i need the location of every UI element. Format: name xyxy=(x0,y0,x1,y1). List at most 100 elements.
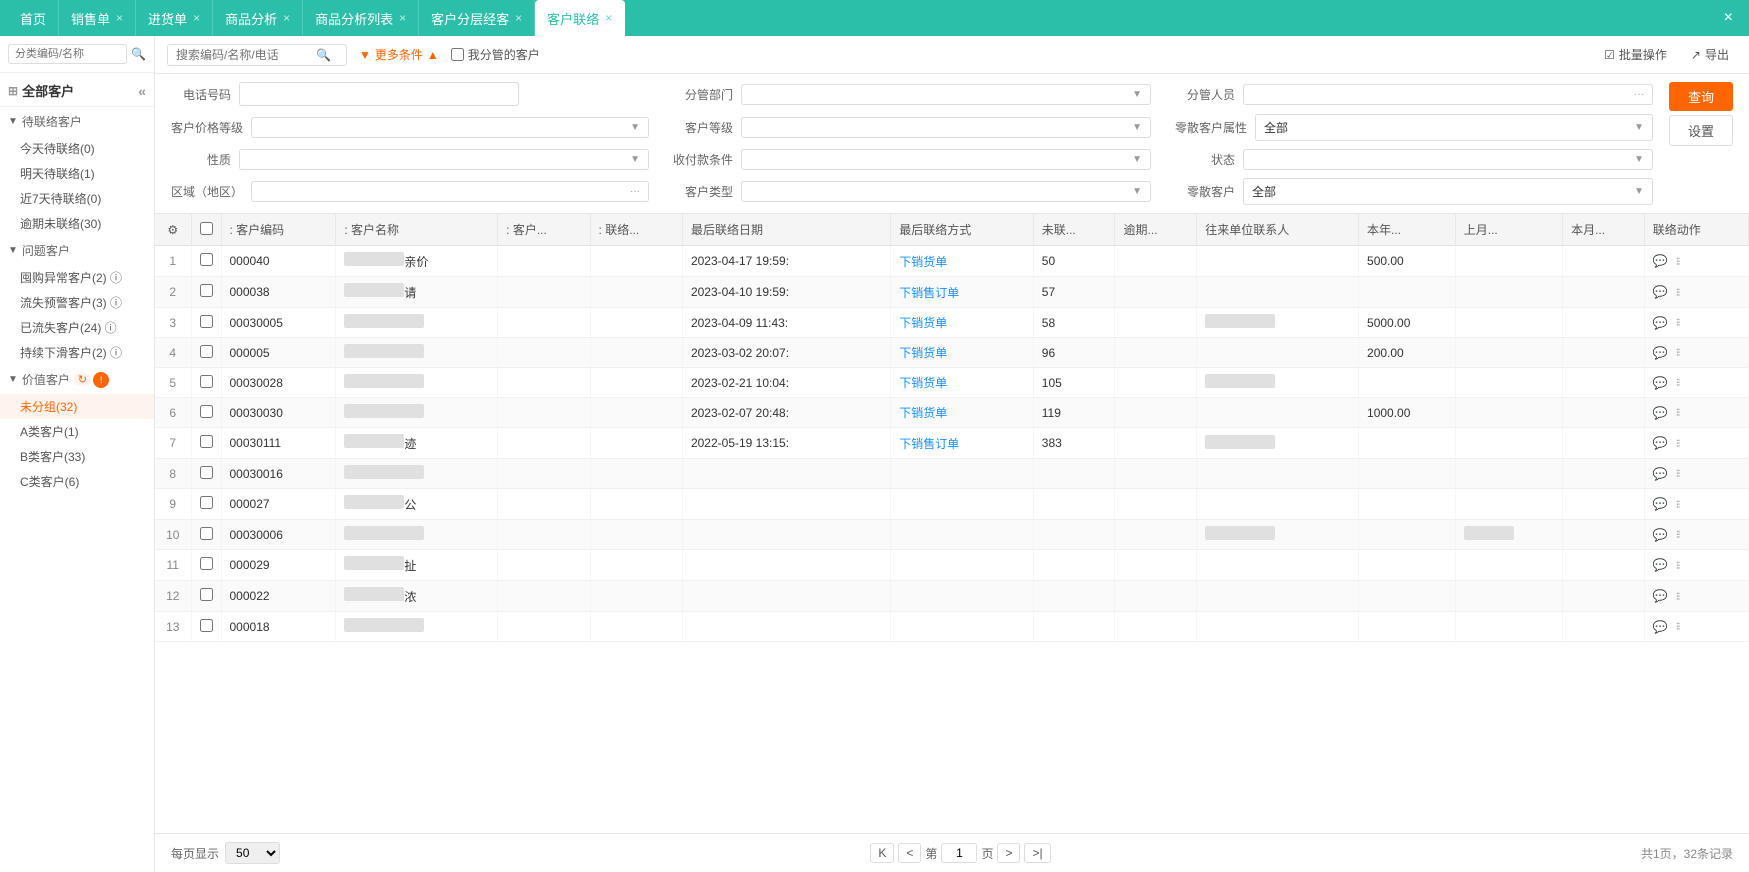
sidebar-item-ungrouped[interactable]: 未分组(32) xyxy=(0,394,154,419)
cell-action[interactable]: 💬 ⁝⁝ xyxy=(1644,581,1748,612)
value-refresh-icon[interactable]: ↻ xyxy=(74,373,91,386)
sidebar-search-input[interactable] xyxy=(8,44,127,64)
close-tab-customer-segment[interactable]: × xyxy=(515,11,522,25)
filter-select-manager[interactable]: ··· xyxy=(1243,84,1653,105)
filter-search-icon[interactable]: 🔍 xyxy=(316,48,331,62)
my-customers-checkbox[interactable] xyxy=(451,48,464,61)
page-number-input[interactable] xyxy=(941,843,977,863)
cell-action[interactable]: 💬⁝⁝ xyxy=(1644,612,1748,642)
filter-select-status[interactable]: ▼ xyxy=(1243,149,1653,170)
cell-checkbox[interactable] xyxy=(191,581,221,612)
filter-my-customers[interactable]: 我分管的客户 xyxy=(451,46,540,63)
sidebar-item-churn-warning[interactable]: 流失预警客户(3) ⓘ xyxy=(0,290,154,315)
message-icon[interactable]: 💬 xyxy=(1653,558,1668,572)
cell-action[interactable]: 💬⁝⁝ xyxy=(1644,550,1748,581)
tab-customer-segment[interactable]: 客户分层经客 × xyxy=(419,0,535,36)
cell-checkbox[interactable] xyxy=(191,338,221,368)
sidebar-section-problem[interactable]: ▼ 问题客户 xyxy=(0,236,154,265)
query-button[interactable]: 查询 xyxy=(1669,82,1733,111)
tab-product-analysis[interactable]: 商品分析 × xyxy=(213,0,303,36)
close-tab-sales[interactable]: × xyxy=(116,11,123,25)
message-icon[interactable]: 💬 xyxy=(1653,620,1668,634)
page-size-select[interactable]: 50 100 200 xyxy=(225,842,280,864)
cell-checkbox[interactable] xyxy=(191,612,221,642)
sidebar-item-class-a[interactable]: A类客户(1) xyxy=(0,419,154,444)
cell-checkbox[interactable] xyxy=(191,550,221,581)
cell-checkbox[interactable] xyxy=(191,459,221,489)
tab-product-analysis-list[interactable]: 商品分析列表 × xyxy=(303,0,419,36)
row-checkbox[interactable] xyxy=(200,253,213,266)
row-checkbox[interactable] xyxy=(200,588,213,601)
filter-search-input[interactable] xyxy=(176,48,316,62)
tab-customer-contact[interactable]: 客户联络 × xyxy=(535,0,625,36)
row-checkbox[interactable] xyxy=(200,435,213,448)
sidebar-item-overdue-pending[interactable]: 逾期未联络(30) xyxy=(0,211,154,236)
cell-checkbox[interactable] xyxy=(191,246,221,277)
filter-select-customer-level[interactable]: ▼ xyxy=(741,117,1151,138)
more-actions-icon[interactable]: ⁝⁝ xyxy=(1676,590,1679,603)
message-icon[interactable]: 💬 xyxy=(1653,376,1668,390)
export-button[interactable]: ↗ 导出 xyxy=(1683,42,1737,67)
cell-last-contact-method[interactable]: 下销货单 xyxy=(891,246,1034,277)
more-actions-icon[interactable]: ⁝⁝ xyxy=(1676,498,1679,511)
tab-sales[interactable]: 销售单 × xyxy=(59,0,136,36)
tab-home[interactable]: 首页 xyxy=(8,0,59,36)
cell-action[interactable]: 💬 ⁝⁝ xyxy=(1644,398,1748,428)
cell-last-contact-method[interactable]: 下销货单 xyxy=(891,308,1034,338)
last-page-button[interactable]: >| xyxy=(1024,843,1050,863)
reset-button[interactable]: 设置 xyxy=(1669,115,1733,146)
message-icon[interactable]: 💬 xyxy=(1653,467,1668,481)
more-actions-icon[interactable]: ⁝⁝ xyxy=(1676,286,1679,299)
sidebar-search-icon[interactable]: 🔍 xyxy=(131,47,146,61)
settings-icon[interactable]: ⚙ xyxy=(167,223,178,237)
message-icon[interactable]: 💬 xyxy=(1653,346,1668,360)
last-contact-method-link[interactable]: 下销货单 xyxy=(899,346,947,360)
select-all-checkbox[interactable] xyxy=(200,222,213,235)
cell-action[interactable]: 💬⁝⁝ xyxy=(1644,338,1748,368)
cell-action[interactable]: 💬 ⁝⁝ xyxy=(1644,246,1748,277)
more-actions-icon[interactable]: ⁝⁝ xyxy=(1676,467,1679,480)
row-checkbox[interactable] xyxy=(200,315,213,328)
row-checkbox[interactable] xyxy=(200,284,213,297)
close-tab-product-analysis[interactable]: × xyxy=(283,11,290,25)
cell-action[interactable]: 💬⁝⁝ xyxy=(1644,368,1748,398)
sidebar-item-class-c[interactable]: C类客户(6) xyxy=(0,469,154,494)
last-contact-method-link[interactable]: 下销货单 xyxy=(899,316,947,330)
more-actions-icon[interactable]: ⁝⁝ xyxy=(1676,406,1679,419)
last-contact-method-link[interactable]: 下销货单 xyxy=(899,255,947,269)
filter-input-phone[interactable] xyxy=(239,82,519,106)
last-contact-method-link[interactable]: 下销货单 xyxy=(899,406,947,420)
filter-more-conditions[interactable]: ▼ 更多条件 ▲ xyxy=(359,46,439,63)
cell-checkbox[interactable] xyxy=(191,277,221,308)
more-actions-icon[interactable]: ⁝⁝ xyxy=(1676,255,1679,268)
filter-select-nature[interactable]: ▼ xyxy=(239,149,649,170)
last-contact-method-link[interactable]: 下销售订单 xyxy=(899,286,959,300)
row-checkbox[interactable] xyxy=(200,527,213,540)
filter-select-price-level[interactable]: ▼ xyxy=(251,117,649,138)
filter-select-region[interactable]: ··· xyxy=(251,181,649,202)
next-page-button[interactable]: > xyxy=(997,843,1020,863)
cell-checkbox[interactable] xyxy=(191,489,221,520)
cell-action[interactable]: 💬⁝⁝ xyxy=(1644,489,1748,520)
sidebar-all-customers[interactable]: ⊞ 全部客户 « xyxy=(0,73,154,107)
filter-select-customer-type[interactable]: ▼ xyxy=(741,181,1151,202)
filter-select-retail-customer[interactable]: 全部 ▼ xyxy=(1243,178,1653,205)
sidebar-section-pending[interactable]: ▼ 待联络客户 xyxy=(0,107,154,136)
cell-action[interactable]: 💬⁝⁝ xyxy=(1644,520,1748,550)
cell-checkbox[interactable] xyxy=(191,520,221,550)
filter-select-dept[interactable]: ▼ xyxy=(741,84,1151,105)
close-tab-product-analysis-list[interactable]: × xyxy=(399,11,406,25)
message-icon[interactable]: 💬 xyxy=(1653,254,1668,268)
sidebar-section-value[interactable]: ▼ 价值客户 ↻ ! xyxy=(0,365,154,394)
sidebar-item-hoarding-abnormal[interactable]: 囤购异常客户(2) ⓘ xyxy=(0,265,154,290)
cell-last-contact-method[interactable]: 下销货单 xyxy=(891,338,1034,368)
message-icon[interactable]: 💬 xyxy=(1653,285,1668,299)
row-checkbox[interactable] xyxy=(200,345,213,358)
message-icon[interactable]: 💬 xyxy=(1653,436,1668,450)
message-icon[interactable]: 💬 xyxy=(1653,406,1668,420)
cell-last-contact-method[interactable]: 下销售订单 xyxy=(891,428,1034,459)
message-icon[interactable]: 💬 xyxy=(1653,589,1668,603)
sidebar-item-today-pending[interactable]: 今天待联络(0) xyxy=(0,136,154,161)
cell-action[interactable]: 💬 ⁝⁝ xyxy=(1644,277,1748,308)
col-header-check[interactable] xyxy=(191,214,221,246)
